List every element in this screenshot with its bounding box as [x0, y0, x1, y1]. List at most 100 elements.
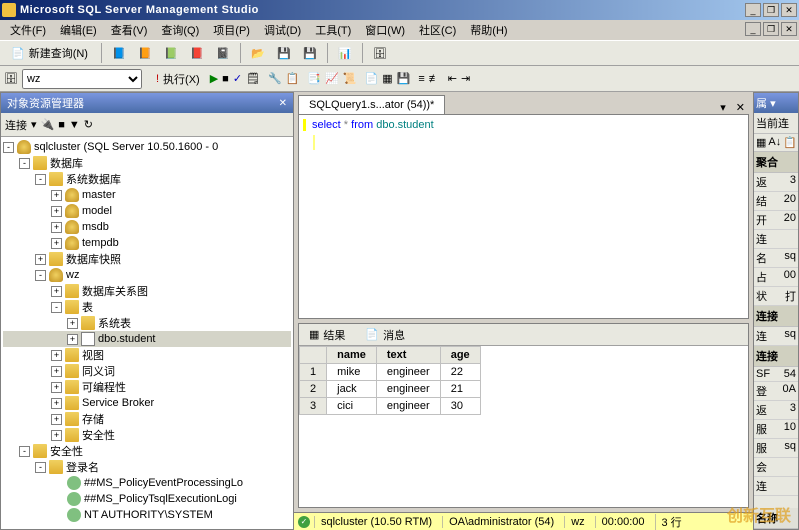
prop-row[interactable]: 连sq	[754, 327, 798, 346]
tree-synonyms[interactable]: +同义词	[3, 363, 291, 379]
properties-icon[interactable]: 📋	[783, 136, 797, 149]
table-row[interactable]: 3ciciengineer30	[300, 398, 481, 415]
save-all-icon[interactable]: 💾	[299, 42, 321, 64]
tree-databases[interactable]: -数据库	[3, 155, 291, 171]
menu-edit[interactable]: 编辑(E)	[54, 20, 103, 40]
current-connection[interactable]: 当前连	[754, 113, 798, 134]
collapse-icon[interactable]: -	[35, 462, 46, 473]
increase-indent-icon[interactable]: ⇥	[461, 72, 470, 85]
restore-button[interactable]: ❐	[763, 3, 779, 17]
uncomment-icon[interactable]: ≢	[429, 73, 440, 85]
dropdown-icon[interactable]: ▾	[770, 98, 776, 110]
mdx-query-icon[interactable]: 📗	[160, 42, 182, 64]
new-query-button[interactable]: 📄 新建查询(N)	[4, 42, 95, 64]
execute-button[interactable]: ! 执行(X)	[150, 69, 206, 89]
specify-template-icon[interactable]: 📋	[286, 72, 300, 85]
menu-community[interactable]: 社区(C)	[413, 20, 462, 40]
results-tab[interactable]: ▦结果	[303, 325, 351, 345]
prop-row[interactable]: 结20	[754, 192, 798, 211]
menu-window[interactable]: 窗口(W)	[359, 20, 411, 40]
menu-help[interactable]: 帮助(H)	[464, 20, 513, 40]
prop-row[interactable]: 会	[754, 458, 798, 477]
tree-tables[interactable]: -表	[3, 299, 291, 315]
tree-storage[interactable]: +存储	[3, 411, 291, 427]
tree-diagrams[interactable]: +数据库关系图	[3, 283, 291, 299]
mdi-restore-button[interactable]: ❐	[763, 22, 779, 36]
include-plan-icon[interactable]: 📑	[307, 72, 321, 85]
cancel-query-icon[interactable]: ■	[222, 73, 229, 85]
tree-login[interactable]: ##MS_PolicyEventProcessingLo	[3, 475, 291, 491]
table-row[interactable]: 1mikeengineer22	[300, 364, 481, 381]
collapse-icon[interactable]: -	[35, 174, 46, 185]
collapse-icon[interactable]: -	[3, 142, 14, 153]
parse-icon[interactable]: ✓	[233, 72, 242, 85]
expand-icon[interactable]: +	[35, 254, 46, 265]
expand-icon[interactable]: +	[67, 334, 78, 345]
mdi-minimize-button[interactable]: _	[745, 22, 761, 36]
tree-table-student[interactable]: +dbo.student	[3, 331, 291, 347]
tree-login[interactable]: NT AUTHORITY\SYSTEM	[3, 507, 291, 523]
tree-db-msdb[interactable]: +msdb	[3, 219, 291, 235]
comment-icon[interactable]: ≡	[418, 73, 424, 85]
debug-icon[interactable]: ▶	[210, 72, 218, 85]
collapse-icon[interactable]: -	[35, 270, 46, 281]
expand-icon[interactable]: +	[51, 190, 62, 201]
messages-tab[interactable]: 📄消息	[359, 325, 411, 345]
prop-row[interactable]: 登0A	[754, 382, 798, 401]
save-icon[interactable]: 💾	[273, 42, 295, 64]
column-header[interactable]: name	[327, 347, 377, 364]
tree-snapshots[interactable]: +数据库快照	[3, 251, 291, 267]
tree-logins[interactable]: -登录名	[3, 459, 291, 475]
tree-security[interactable]: -安全性	[3, 443, 291, 459]
tree-db-master[interactable]: +master	[3, 187, 291, 203]
tree-db-wz[interactable]: -wz	[3, 267, 291, 283]
stop-icon[interactable]: ■	[58, 119, 65, 131]
database-selector[interactable]: wz	[22, 69, 142, 89]
expand-icon[interactable]: +	[51, 206, 62, 217]
expand-icon[interactable]: +	[51, 366, 62, 377]
column-header[interactable]: age	[440, 347, 480, 364]
prop-row[interactable]: 占00	[754, 268, 798, 287]
menu-tools[interactable]: 工具(T)	[309, 20, 357, 40]
menu-query[interactable]: 查询(Q)	[155, 20, 205, 40]
sql-editor[interactable]: select * from dbo.student	[298, 114, 749, 319]
expand-icon[interactable]: +	[67, 318, 78, 329]
prop-row[interactable]: SF54	[754, 367, 798, 382]
db-engine-query-icon[interactable]: 📘	[108, 42, 130, 64]
menu-file[interactable]: 文件(F)	[4, 20, 52, 40]
activity-monitor-icon[interactable]: 📊	[334, 42, 356, 64]
refresh-icon[interactable]: ↻	[84, 118, 93, 131]
object-explorer-tree[interactable]: -sqlcluster (SQL Server 10.50.1600 - 0 -…	[1, 137, 293, 529]
tree-service-broker[interactable]: +Service Broker	[3, 395, 291, 411]
menu-view[interactable]: 查看(V)	[105, 20, 154, 40]
table-row[interactable]: 2jackengineer21	[300, 381, 481, 398]
active-files-dropdown-icon[interactable]: ▾	[716, 101, 730, 114]
include-stats-icon[interactable]: 📈	[325, 72, 339, 85]
results-file-icon[interactable]: 💾	[397, 72, 411, 85]
dropdown-icon[interactable]: ▾	[31, 118, 37, 131]
prop-row[interactable]: 连	[754, 477, 798, 496]
expand-icon[interactable]: +	[51, 414, 62, 425]
connect-dropdown[interactable]: 连接	[5, 117, 27, 133]
prop-row[interactable]: 状打	[754, 287, 798, 306]
prop-row[interactable]: 开20	[754, 211, 798, 230]
expand-icon[interactable]: +	[51, 382, 62, 393]
expand-icon[interactable]: +	[51, 398, 62, 409]
categorized-icon[interactable]: ▦	[756, 136, 766, 149]
object-explorer-close-icon[interactable]: ✕	[279, 98, 287, 109]
design-query-icon[interactable]: 🔧	[268, 72, 282, 85]
prop-row[interactable]: 服10	[754, 420, 798, 439]
prop-row[interactable]: 名sq	[754, 249, 798, 268]
registered-servers-icon[interactable]: 🗄	[369, 42, 391, 64]
prop-row[interactable]: 服sq	[754, 439, 798, 458]
query-tab[interactable]: SQLQuery1.s...ator (54))*	[298, 95, 445, 114]
tree-login[interactable]: ##MS_PolicyTsqlExecutionLogi	[3, 491, 291, 507]
menu-project[interactable]: 项目(P)	[207, 20, 256, 40]
results-grid[interactable]: name text age 1mikeengineer22 2jackengin…	[299, 346, 748, 507]
expand-icon[interactable]: +	[51, 286, 62, 297]
collapse-icon[interactable]: -	[51, 302, 62, 313]
tree-views[interactable]: +视图	[3, 347, 291, 363]
tree-server-node[interactable]: -sqlcluster (SQL Server 10.50.1600 - 0	[3, 139, 291, 155]
close-button[interactable]: ✕	[781, 3, 797, 17]
decrease-indent-icon[interactable]: ⇤	[448, 72, 457, 85]
